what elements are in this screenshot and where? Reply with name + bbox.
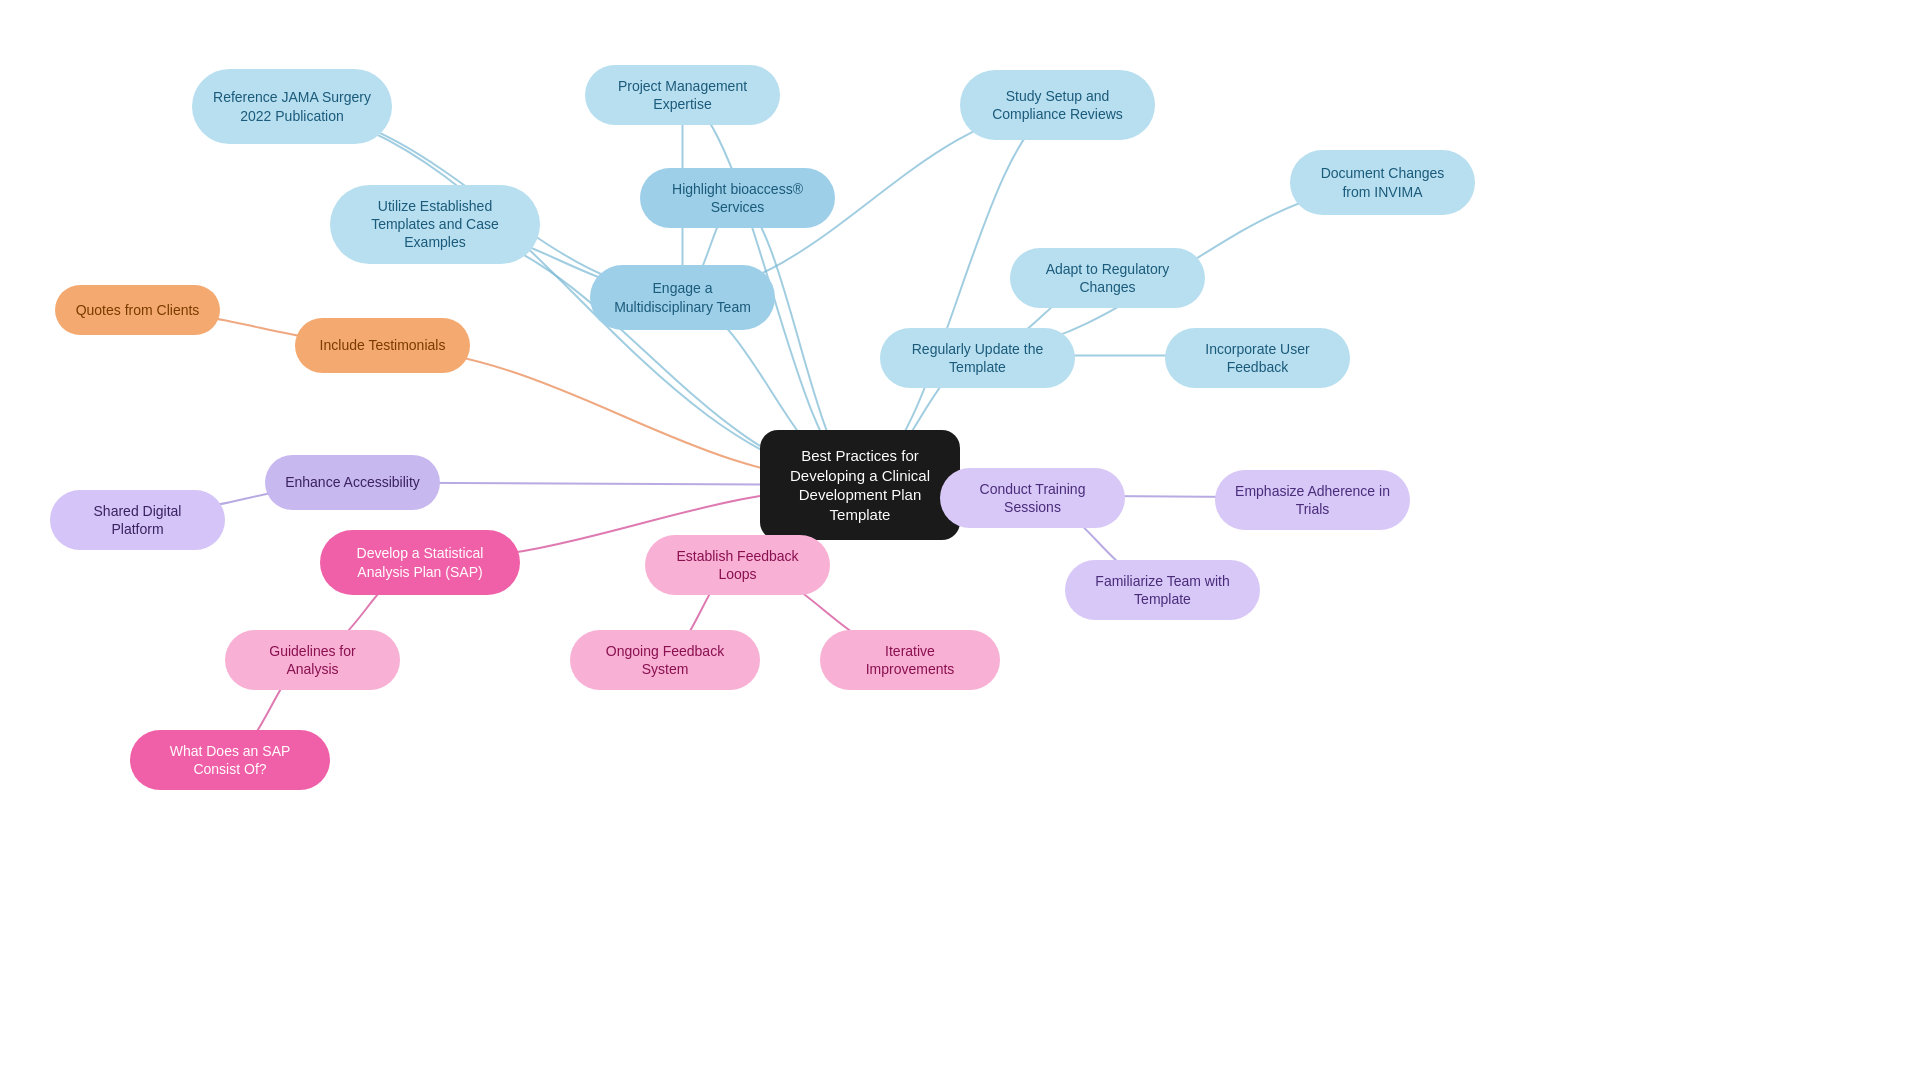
project-mgmt-node[interactable]: Project Management Expertise bbox=[585, 65, 780, 125]
guidelines-analysis-node[interactable]: Guidelines for Analysis bbox=[225, 630, 400, 690]
develop-sap-node[interactable]: Develop a Statistical Analysis Plan (SAP… bbox=[320, 530, 520, 595]
ongoing-feedback-node[interactable]: Ongoing Feedback System bbox=[570, 630, 760, 690]
center-node[interactable]: Best Practices for Developing a Clinical… bbox=[760, 430, 960, 540]
include-testimonials-node[interactable]: Include Testimonials bbox=[295, 318, 470, 373]
what-sap-node[interactable]: What Does an SAP Consist Of? bbox=[130, 730, 330, 790]
establish-feedback-node[interactable]: Establish Feedback Loops bbox=[645, 535, 830, 595]
document-changes-node[interactable]: Document Changes from INVIMA bbox=[1290, 150, 1475, 215]
iterative-improvements-node[interactable]: Iterative Improvements bbox=[820, 630, 1000, 690]
adapt-regulatory-node[interactable]: Adapt to Regulatory Changes bbox=[1010, 248, 1205, 308]
regularly-update-node[interactable]: Regularly Update the Template bbox=[880, 328, 1075, 388]
highlight-bioaccess-node[interactable]: Highlight bioaccess® Services bbox=[640, 168, 835, 228]
connections-svg bbox=[0, 0, 1920, 1083]
emphasize-adherence-node[interactable]: Emphasize Adherence in Trials bbox=[1215, 470, 1410, 530]
reference-jama-node[interactable]: Reference JAMA Surgery 2022 Publication bbox=[192, 69, 392, 144]
conduct-training-node[interactable]: Conduct Training Sessions bbox=[940, 468, 1125, 528]
study-setup-node[interactable]: Study Setup and Compliance Reviews bbox=[960, 70, 1155, 140]
quotes-clients-node[interactable]: Quotes from Clients bbox=[55, 285, 220, 335]
engage-team-node[interactable]: Engage a Multidisciplinary Team bbox=[590, 265, 775, 330]
enhance-accessibility-node[interactable]: Enhance Accessibility bbox=[265, 455, 440, 510]
mindmap-container: Best Practices for Developing a Clinical… bbox=[0, 0, 1920, 1083]
shared-platform-node[interactable]: Shared Digital Platform bbox=[50, 490, 225, 550]
utilize-templates-node[interactable]: Utilize Established Templates and Case E… bbox=[330, 185, 540, 264]
familiarize-team-node[interactable]: Familiarize Team with Template bbox=[1065, 560, 1260, 620]
incorporate-feedback-node[interactable]: Incorporate User Feedback bbox=[1165, 328, 1350, 388]
